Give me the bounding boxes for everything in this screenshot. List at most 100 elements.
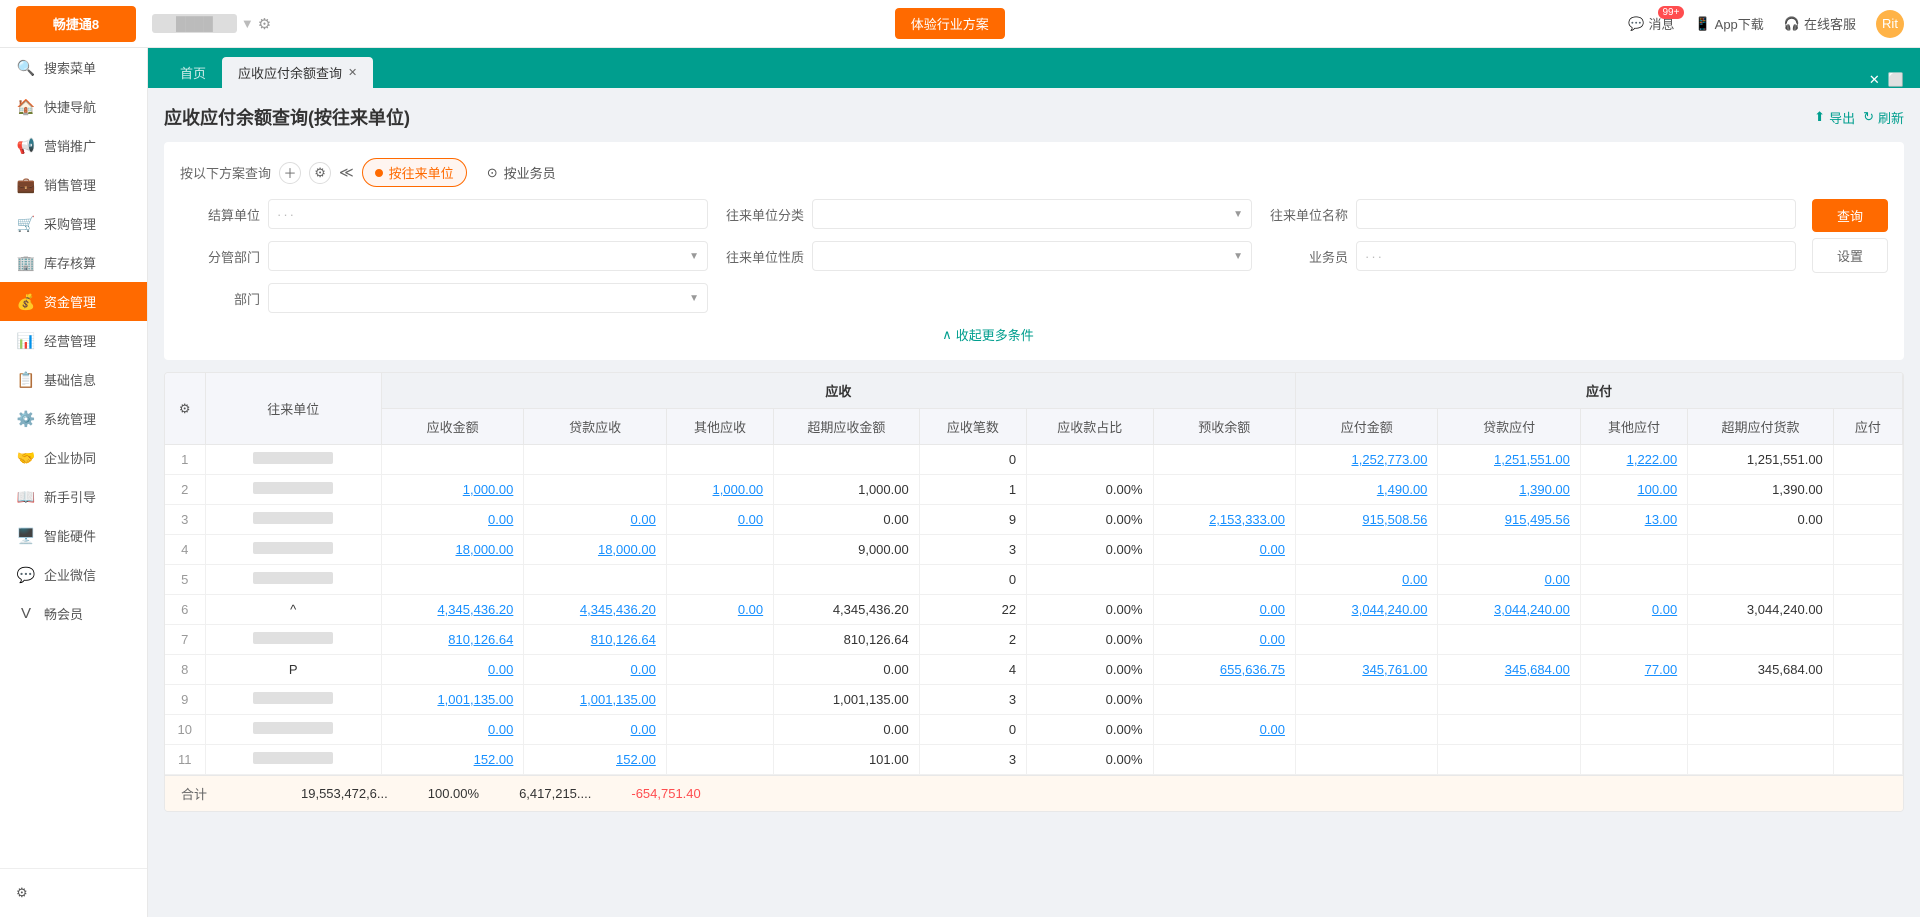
sidebar-label-search-menu: 搜索菜单 xyxy=(44,58,96,77)
dropdown-arrow-icon3: ▼ xyxy=(1233,251,1243,262)
sidebar-label-sales: 销售管理 xyxy=(44,175,96,194)
tab-bar: 首页 应收应付余额查询 ✕ ✕ ⬜ xyxy=(148,48,1920,88)
sidebar-item-quick-nav[interactable]: 🏠快捷导航 xyxy=(0,87,147,126)
sidebar-item-purchase[interactable]: 🛒采购管理 xyxy=(0,204,147,243)
table-row: 500.000.00 xyxy=(165,565,1903,595)
refresh-button[interactable]: ↻ 刷新 xyxy=(1863,108,1904,127)
filter-field-settlement: 结算单位 ··· xyxy=(180,199,708,229)
sidebar-item-finance[interactable]: 💰资金管理 xyxy=(0,282,147,321)
sidebar-item-member[interactable]: V畅会员 xyxy=(0,594,147,633)
filter-field-nature: 往来单位性质 ▼ xyxy=(724,241,1252,271)
tab-ar-query[interactable]: 应收应付余额查询 ✕ xyxy=(222,57,373,88)
filter-field-salesman: 业务员 ··· xyxy=(1268,241,1796,271)
tab-close-button[interactable]: ✕ xyxy=(348,66,357,79)
footer-ar-pct: 100.00% xyxy=(428,786,479,801)
settings-icon[interactable]: ⚙ xyxy=(258,15,271,33)
filter-field-unitname: 往来单位名称 xyxy=(1268,199,1796,229)
topbar-breadcrumb: ████ ▼ ⚙ xyxy=(152,14,271,33)
option-dot-icon xyxy=(375,169,383,177)
download-icon: 📱 xyxy=(1694,16,1710,32)
table-row: 11152.00152.00101.0030.00% xyxy=(165,745,1903,775)
table-row: 418,000.0018,000.009,000.0030.00%0.00 xyxy=(165,535,1903,565)
unitname-label: 往来单位名称 xyxy=(1268,205,1348,224)
sidebar-bottom-settings[interactable]: ⚙ xyxy=(0,877,147,909)
table-scroll[interactable]: ⚙ 往来单位 应收 应付 应收金额 贷款应收 其他应收 超期应收金额 应收笔数 xyxy=(165,373,1903,775)
footer-values: 19,553,472,6... 100.00% 6,417,215.... -6… xyxy=(301,786,701,801)
sidebar-item-business[interactable]: 📊经营管理 xyxy=(0,321,147,360)
table-row: 30.000.000.000.0090.00%2,153,333.00915,5… xyxy=(165,505,1903,535)
settlement-input[interactable]: ··· xyxy=(268,199,708,229)
salesman-input[interactable]: ··· xyxy=(1356,241,1796,271)
sidebar-label-purchase: 采购管理 xyxy=(44,214,96,233)
finance-icon: 💰 xyxy=(16,293,36,311)
filter-by-salesman[interactable]: ⊙ 按业务员 xyxy=(475,159,568,186)
sidebar-label-guide: 新手引导 xyxy=(44,487,96,506)
table-row: 8P0.000.000.0040.00%655,636.75345,761.00… xyxy=(165,655,1903,685)
ar-loan-header: 贷款应收 xyxy=(524,409,666,445)
ap-overdue-header: 超期应付货款 xyxy=(1688,409,1834,445)
dept-input[interactable]: ▼ xyxy=(268,241,708,271)
footer-ap-overdue: -654,751.40 xyxy=(631,786,700,801)
sidebar-item-marketing[interactable]: 📢营销推广 xyxy=(0,126,147,165)
category-input[interactable]: ▼ xyxy=(812,199,1252,229)
page-header: 应收应付余额查询(按往来单位) ⬆ 导出 ↻ 刷新 xyxy=(164,104,1904,130)
settlement-label: 结算单位 xyxy=(180,205,260,224)
sidebar-label-system: 系统管理 xyxy=(44,409,96,428)
tab-home[interactable]: 首页 xyxy=(164,57,222,88)
tab-home-label: 首页 xyxy=(180,63,206,82)
sidebar-item-guide[interactable]: 📖新手引导 xyxy=(0,477,147,516)
gear-icon: ⚙ xyxy=(16,885,28,901)
table-row: 21,000.001,000.001,000.0010.00%1,490.001… xyxy=(165,475,1903,505)
query-button[interactable]: 查询 xyxy=(1812,199,1888,232)
user-avatar[interactable]: Rit xyxy=(1876,10,1904,38)
solution-button[interactable]: 体验行业方案 xyxy=(895,8,1005,39)
add-scheme-button[interactable]: ＋ xyxy=(279,162,301,184)
hardware-icon: 🖥️ xyxy=(16,527,36,545)
sidebar-label-quick-nav: 快捷导航 xyxy=(44,97,96,116)
table-row: 91,001,135.001,001,135.001,001,135.0030.… xyxy=(165,685,1903,715)
sidebar-item-wechat[interactable]: 💬企业微信 xyxy=(0,555,147,594)
sidebar: 🔍 搜索菜单 🏠快捷导航📢营销推广💼销售管理🛒采购管理🏢库存核算💰资金管理📊经营管理… xyxy=(0,48,148,917)
sidebar-item-sales[interactable]: 💼销售管理 xyxy=(0,165,147,204)
filter-collapse-button[interactable]: ∧ 收起更多条件 xyxy=(180,325,1796,344)
ap-group-header: 应付 xyxy=(1295,373,1902,409)
sidebar-item-basic[interactable]: 📋基础信息 xyxy=(0,360,147,399)
set-button[interactable]: 设置 xyxy=(1812,238,1888,273)
unit-col-header: 往来单位 xyxy=(205,373,381,445)
ar-count-header: 应收笔数 xyxy=(919,409,1026,445)
footer-label: 合计 xyxy=(181,784,301,803)
app-logo: 畅捷通8 xyxy=(16,6,136,42)
sidebar-item-system[interactable]: ⚙️系统管理 xyxy=(0,399,147,438)
marketing-icon: 📢 xyxy=(16,137,36,155)
export-icon: ⬆ xyxy=(1814,109,1825,125)
filter-by-unit[interactable]: 按往来单位 xyxy=(362,158,467,187)
unitname-input[interactable] xyxy=(1356,199,1796,229)
sidebar-item-collab[interactable]: 🤝企业协同 xyxy=(0,438,147,477)
biz-dept-input[interactable]: ▼ xyxy=(268,283,708,313)
filter-buttons: 查询 设置 xyxy=(1812,199,1888,273)
sidebar-item-hardware[interactable]: 🖥️ 智能硬件 xyxy=(0,516,147,555)
sidebar-label-hardware: 智能硬件 xyxy=(44,526,96,545)
sidebar-bottom: ⚙ xyxy=(0,868,147,917)
table-row: 101,252,773.001,251,551.001,222.001,251,… xyxy=(165,445,1903,475)
business-icon: 📊 xyxy=(16,332,36,350)
export-button[interactable]: ⬆ 导出 xyxy=(1814,108,1855,127)
scheme-settings-button[interactable]: ⚙ xyxy=(309,162,331,184)
filter-field-biz-dept: 部门 ▼ xyxy=(180,283,708,313)
service-button[interactable]: 🎧 在线客服 xyxy=(1784,14,1856,33)
sidebar-item-inventory[interactable]: 🏢库存核算 xyxy=(0,243,147,282)
messages-button[interactable]: 💬 消息 99+ xyxy=(1628,14,1674,33)
member-icon: V xyxy=(16,605,36,622)
message-badge: 99+ xyxy=(1658,6,1685,19)
download-button[interactable]: 📱 App下载 xyxy=(1694,14,1763,33)
maximize-icon[interactable]: ⬜ xyxy=(1888,72,1904,88)
inventory-icon: 🏢 xyxy=(16,254,36,272)
tab-controls: ✕ ⬜ xyxy=(1869,72,1904,88)
dropdown-arrow-icon: ▼ xyxy=(1233,209,1243,220)
sidebar-item-search-menu[interactable]: 🔍 搜索菜单 xyxy=(0,48,147,87)
close-window-icon[interactable]: ✕ xyxy=(1869,72,1880,88)
nature-input[interactable]: ▼ xyxy=(812,241,1252,271)
search-menu-icon: 🔍 xyxy=(16,59,36,77)
filter-collapse-icon[interactable]: ≪ xyxy=(339,164,354,181)
filter-row-3: 部门 ▼ xyxy=(180,283,1796,313)
